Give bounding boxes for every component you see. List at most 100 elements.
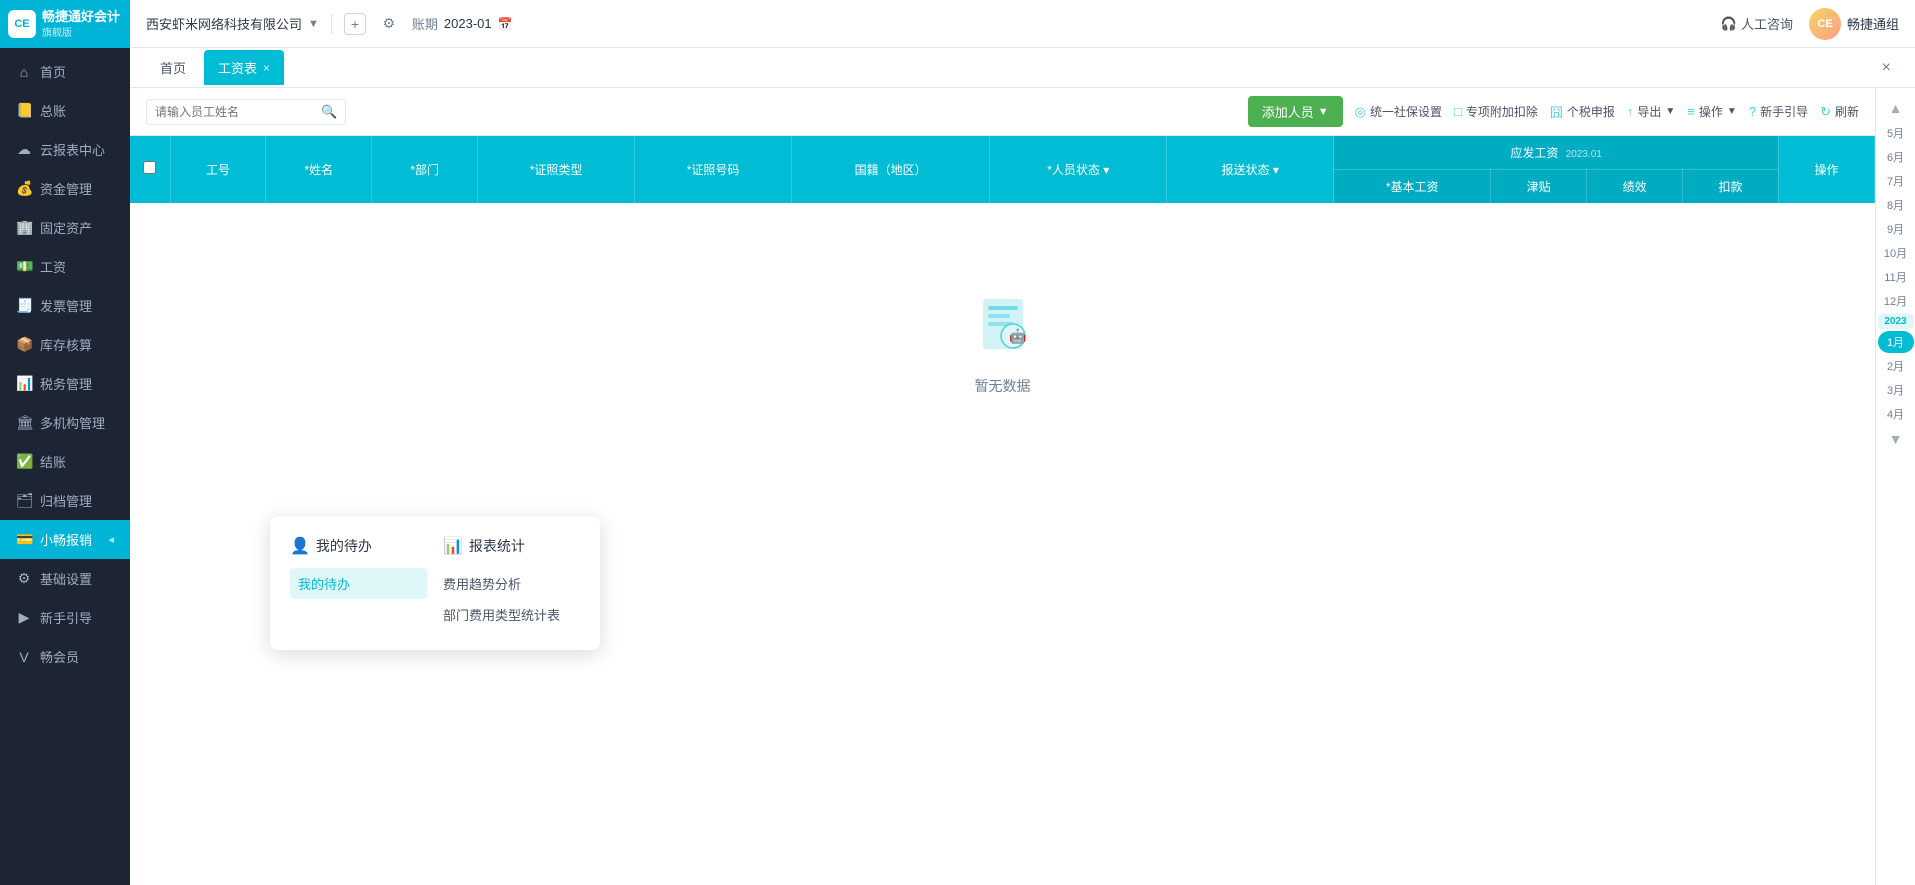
svg-text:🤖: 🤖 bbox=[1009, 328, 1026, 345]
headset-icon: 🎧 bbox=[1721, 16, 1737, 32]
company-chevron-icon: ▼ bbox=[308, 18, 319, 30]
month-july[interactable]: 7月 bbox=[1878, 170, 1914, 192]
ledger-icon: 📒 bbox=[16, 102, 32, 119]
dropdown-popup: 👤 我的待办 我的待办 📊 报表统计 费用趋势分析 部门费用类型统计表 bbox=[270, 516, 600, 650]
month-february[interactable]: 2月 bbox=[1878, 355, 1914, 377]
month-december[interactable]: 12月 bbox=[1878, 290, 1914, 312]
user-menu[interactable]: CE 畅捷通组 bbox=[1809, 8, 1899, 40]
app-logo: CE 畅捷通好会计 旗舰版 bbox=[0, 0, 130, 48]
sidebar-nav: ⌂ 首页 📒 总账 ☁ 云报表中心 💰 资金管理 🏢 固定资产 💵 工资 🧾 发… bbox=[0, 48, 130, 885]
content-body: 🔍 添加人员 ▼ ◎ 统一社保设置 □ 专项附加扣除 囧 个税申报 bbox=[130, 88, 1915, 885]
settings-icon: ⚙ bbox=[16, 570, 32, 587]
inventory-icon: 📦 bbox=[16, 336, 32, 353]
period-selector: 账期 2023-01 📅 bbox=[412, 14, 513, 33]
tab-bar-close-button[interactable]: × bbox=[1874, 55, 1899, 81]
invoice-icon: 🧾 bbox=[16, 297, 32, 314]
operation-button[interactable]: ≡ 操作 ▼ bbox=[1687, 103, 1737, 120]
sidebar-item-closing[interactable]: ✅ 结账 bbox=[0, 442, 130, 481]
col-report-status: 报送状态 ▾ bbox=[1167, 136, 1334, 203]
sidebar-item-invoice[interactable]: 🧾 发票管理 bbox=[0, 286, 130, 325]
popup-item-my-todo[interactable]: 我的待办 bbox=[290, 568, 427, 599]
user-name: 畅捷通组 bbox=[1847, 14, 1899, 33]
special-deduction-button[interactable]: □ 专项附加扣除 bbox=[1454, 103, 1538, 120]
sidebar-item-expense[interactable]: 💳 小畅报销 ◂ bbox=[0, 520, 130, 559]
period-value: 2023-01 bbox=[444, 16, 492, 31]
export-button[interactable]: ↑ 导出 ▼ bbox=[1627, 103, 1675, 120]
expense-icon: 💳 bbox=[16, 531, 32, 548]
popup-section-report: 📊 报表统计 费用趋势分析 部门费用类型统计表 bbox=[443, 536, 580, 630]
col-name: *姓名 bbox=[266, 136, 372, 203]
tab-close-button[interactable]: × bbox=[263, 61, 270, 75]
month-august[interactable]: 8月 bbox=[1878, 194, 1914, 216]
sidebar-item-label: 首页 bbox=[40, 62, 66, 81]
col-personnel-status: *人员状态 ▾ bbox=[990, 136, 1167, 203]
sidebar-item-home[interactable]: ⌂ 首页 bbox=[0, 52, 130, 91]
table-area: 🔍 添加人员 ▼ ◎ 统一社保设置 □ 专项附加扣除 囧 个税申报 bbox=[130, 88, 1875, 885]
month-june[interactable]: 6月 bbox=[1878, 146, 1914, 168]
home-icon: ⌂ bbox=[16, 64, 32, 80]
panel-nav-up-button[interactable]: ▲ bbox=[1884, 96, 1908, 120]
support-label: 人工咨询 bbox=[1741, 14, 1793, 33]
sidebar-item-membership[interactable]: V 畅会员 bbox=[0, 637, 130, 676]
social-security-icon: ◎ bbox=[1355, 104, 1366, 120]
sidebar-item-basic-settings[interactable]: ⚙ 基础设置 bbox=[0, 559, 130, 598]
add-person-button[interactable]: 添加人员 ▼ bbox=[1248, 96, 1343, 127]
search-box: 🔍 bbox=[146, 99, 346, 125]
closing-icon: ✅ bbox=[16, 453, 32, 470]
col-id-type: *证照类型 bbox=[478, 136, 635, 203]
refresh-button[interactable]: ↻ 刷新 bbox=[1820, 103, 1859, 120]
support-button[interactable]: 🎧 人工咨询 bbox=[1721, 14, 1793, 33]
guide-action-icon: ? bbox=[1749, 104, 1756, 119]
salary-table: 工号 *姓名 *部门 *证照类型 *证照号码 国籍（地区） *人员状态 ▾ 报送… bbox=[130, 136, 1875, 204]
month-october[interactable]: 10月 bbox=[1878, 242, 1914, 264]
social-security-button[interactable]: ◎ 统一社保设置 bbox=[1355, 103, 1442, 120]
sidebar-item-archive[interactable]: 🗂 归档管理 bbox=[0, 481, 130, 520]
popup-section-todo: 👤 我的待办 我的待办 bbox=[290, 536, 427, 630]
col-allowance: 津贴 bbox=[1491, 170, 1587, 204]
tax-icon: 📊 bbox=[16, 375, 32, 392]
sidebar-item-cloud-report[interactable]: ☁ 云报表中心 bbox=[0, 130, 130, 169]
panel-nav-down-button[interactable]: ▼ bbox=[1884, 427, 1908, 451]
company-selector[interactable]: 西安虾米网络科技有限公司 ▼ bbox=[146, 14, 319, 33]
todo-section-icon: 👤 bbox=[290, 536, 310, 556]
report-section-icon: 📊 bbox=[443, 536, 463, 556]
col-dept: *部门 bbox=[372, 136, 478, 203]
sidebar-item-new-guide[interactable]: ▶ 新手引导 bbox=[0, 598, 130, 637]
calendar-icon[interactable]: 📅 bbox=[498, 17, 513, 31]
month-may[interactable]: 5月 bbox=[1878, 122, 1914, 144]
sidebar-item-inventory[interactable]: 📦 库存核算 bbox=[0, 325, 130, 364]
month-january[interactable]: 1月 bbox=[1878, 331, 1914, 353]
sidebar-item-finance[interactable]: 💰 资金管理 bbox=[0, 169, 130, 208]
col-performance: 绩效 bbox=[1587, 170, 1683, 204]
popup-grid: 👤 我的待办 我的待办 📊 报表统计 费用趋势分析 部门费用类型统计表 bbox=[290, 536, 580, 630]
membership-icon: V bbox=[16, 649, 32, 665]
logo-icon: CE bbox=[8, 10, 36, 38]
finance-icon: 💰 bbox=[16, 180, 32, 197]
tab-salary-table[interactable]: 工资表 × bbox=[204, 50, 284, 85]
salary-icon: 💵 bbox=[16, 258, 32, 275]
guide-icon: ▶ bbox=[16, 609, 32, 626]
chevron-icon: ◂ bbox=[108, 533, 114, 546]
select-all-checkbox[interactable] bbox=[143, 161, 156, 174]
new-guide-button[interactable]: ? 新手引导 bbox=[1749, 103, 1808, 120]
export-chevron-icon: ▼ bbox=[1665, 106, 1675, 117]
sidebar-item-tax[interactable]: 📊 税务管理 bbox=[0, 364, 130, 403]
month-april[interactable]: 4月 bbox=[1878, 403, 1914, 425]
empty-text: 暂无数据 bbox=[975, 376, 1031, 396]
popup-item-dept-expense[interactable]: 部门费用类型统计表 bbox=[443, 599, 580, 630]
tab-home[interactable]: 首页 bbox=[146, 50, 200, 85]
month-november[interactable]: 11月 bbox=[1878, 266, 1914, 288]
sidebar-item-assets[interactable]: 🏢 固定资产 bbox=[0, 208, 130, 247]
sidebar-item-salary[interactable]: 💵 工资 bbox=[0, 247, 130, 286]
company-settings-button[interactable]: ⚙ bbox=[378, 13, 400, 35]
operation-icon: ≡ bbox=[1687, 104, 1695, 119]
sidebar: CE 畅捷通好会计 旗舰版 ⌂ 首页 📒 总账 ☁ 云报表中心 💰 资金管理 🏢… bbox=[0, 0, 130, 885]
sidebar-item-ledger[interactable]: 📒 总账 bbox=[0, 91, 130, 130]
add-company-button[interactable]: + bbox=[344, 13, 366, 35]
month-march[interactable]: 3月 bbox=[1878, 379, 1914, 401]
popup-item-expense-trend[interactable]: 费用趋势分析 bbox=[443, 568, 580, 599]
personal-tax-button[interactable]: 囧 个税申报 bbox=[1550, 102, 1615, 121]
month-september[interactable]: 9月 bbox=[1878, 218, 1914, 240]
search-input[interactable] bbox=[155, 105, 315, 119]
sidebar-item-multi-org[interactable]: 🏛 多机构管理 bbox=[0, 403, 130, 442]
